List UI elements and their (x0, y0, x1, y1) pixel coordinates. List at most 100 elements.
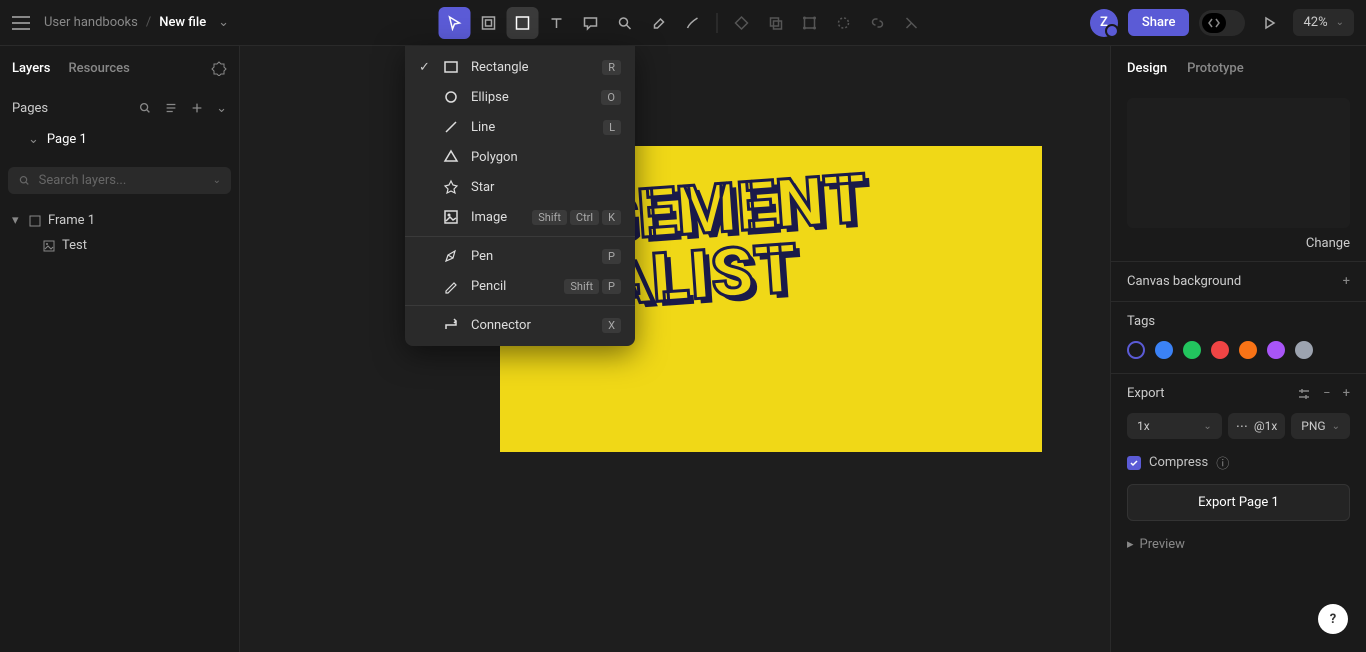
shortcut-key: Shift (532, 210, 567, 225)
tab-layers[interactable]: Layers (12, 61, 50, 76)
shortcut: R (602, 60, 621, 75)
menu-item-rectangle[interactable]: ✓RectangleR (405, 52, 635, 82)
right-panel: Design Prototype Change Canvas backgroun… (1110, 46, 1366, 652)
tag-color[interactable] (1295, 341, 1313, 359)
frame-tool[interactable] (473, 7, 505, 39)
shortcut: X (602, 318, 621, 333)
code-toggle[interactable] (1199, 10, 1245, 36)
comment-tool[interactable] (575, 7, 607, 39)
info-icon[interactable]: ⓘ (1216, 453, 1229, 472)
duplicate-tool[interactable] (760, 7, 792, 39)
tag-color[interactable] (1211, 341, 1229, 359)
tab-prototype[interactable]: Prototype (1187, 61, 1244, 76)
sliders-icon[interactable] (1297, 387, 1311, 401)
shortcut-key: Ctrl (570, 210, 599, 225)
app-header: User handbooks / New file ⌄ Z Share 42% (0, 0, 1366, 46)
export-label: Export (1127, 386, 1297, 401)
menu-item-label: Rectangle (471, 60, 590, 75)
breadcrumb-current[interactable]: New file (159, 15, 206, 30)
menu-item-image[interactable]: ImageShiftCtrlK (405, 202, 635, 232)
menu-item-pen[interactable]: PenP (405, 241, 635, 271)
menu-item-pencil[interactable]: PencilShiftP (405, 271, 635, 301)
plus-icon[interactable]: + (1343, 274, 1350, 289)
shortcut-key: Shift (564, 279, 599, 294)
avatar[interactable]: Z (1090, 9, 1118, 37)
layer-tree: ▾ Frame 1 Test (0, 204, 239, 262)
layer-item-frame[interactable]: ▾ Frame 1 (8, 208, 231, 233)
export-button[interactable]: Export Page 1 (1127, 484, 1350, 521)
slice-tool[interactable] (896, 7, 928, 39)
suffix-field[interactable]: ⋯ @1x (1228, 413, 1285, 439)
preview-button[interactable] (1255, 9, 1283, 37)
chevron-down-icon[interactable]: ⌄ (218, 15, 229, 30)
dropdown-separator (405, 236, 635, 237)
export-section: Export − + (1111, 373, 1366, 413)
breadcrumb-separator: / (146, 15, 151, 30)
help-button[interactable]: ? (1318, 604, 1348, 634)
zoom-tool[interactable] (609, 7, 641, 39)
menu-item-label: Line (471, 120, 591, 135)
link-tool[interactable] (862, 7, 894, 39)
export-controls: 1x ⌄ ⋯ @1x PNG ⌄ (1111, 413, 1366, 449)
tag-color[interactable] (1183, 341, 1201, 359)
shortcut-key: L (603, 120, 621, 135)
shape-tool[interactable] (507, 7, 539, 39)
tags-section: Tags (1111, 301, 1366, 341)
mask-tool[interactable] (828, 7, 860, 39)
rectangle-icon (443, 59, 459, 75)
page-name: Page 1 (47, 132, 87, 147)
page-item[interactable]: ⌄ Page 1 (0, 126, 239, 153)
header-left: User handbooks / New file ⌄ (12, 15, 229, 30)
menu-item-label: Image (471, 210, 520, 225)
search-icon[interactable] (138, 101, 152, 116)
format-select[interactable]: PNG ⌄ (1291, 413, 1350, 439)
pencil-icon (443, 278, 459, 294)
zoom-value: 42% (1303, 15, 1327, 30)
canvas-bg-label: Canvas background (1127, 274, 1343, 289)
chevron-down-icon[interactable]: ⌄ (213, 175, 221, 186)
image-icon (42, 239, 56, 253)
compress-checkbox[interactable] (1127, 456, 1141, 470)
layer-search[interactable]: ⌄ (8, 167, 231, 194)
layer-item-image[interactable]: Test (8, 233, 231, 258)
tab-design[interactable]: Design (1127, 61, 1167, 76)
eraser-tool[interactable] (643, 7, 675, 39)
component-tool[interactable] (726, 7, 758, 39)
chevron-down-icon[interactable]: ⌄ (216, 101, 227, 116)
tag-color[interactable] (1155, 341, 1173, 359)
pen-icon (443, 248, 459, 264)
chevron-down-icon: ⌄ (1336, 17, 1344, 28)
shape-dropdown: ✓RectangleREllipseOLineLPolygonStarImage… (405, 46, 635, 346)
menu-item-connector[interactable]: ConnectorX (405, 310, 635, 340)
brush-tool[interactable] (677, 7, 709, 39)
shortcut: ShiftP (564, 279, 621, 294)
preview-toggle[interactable]: ▸ Preview (1111, 531, 1366, 558)
list-icon[interactable] (164, 101, 178, 116)
tag-color[interactable] (1267, 341, 1285, 359)
search-input[interactable] (39, 173, 205, 188)
shortcut-key: P (602, 279, 621, 294)
canvas-thumbnail[interactable] (1127, 98, 1350, 228)
menu-icon[interactable] (12, 16, 30, 30)
menu-item-line[interactable]: Line L (405, 112, 635, 142)
tab-resources[interactable]: Resources (68, 61, 129, 76)
share-button[interactable]: Share (1128, 9, 1190, 36)
zoom-select[interactable]: 42% ⌄ (1293, 9, 1354, 36)
change-button[interactable]: Change (1111, 232, 1366, 261)
menu-item-star[interactable]: Star (405, 172, 635, 202)
breadcrumb-parent[interactable]: User handbooks (44, 15, 138, 30)
menu-item-ellipse[interactable]: EllipseO (405, 82, 635, 112)
scale-select[interactable]: 1x ⌄ (1127, 413, 1222, 439)
plus-icon[interactable] (190, 101, 204, 116)
tag-color[interactable] (1239, 341, 1257, 359)
move-tool[interactable] (439, 7, 471, 39)
menu-item-polygon[interactable]: Polygon (405, 142, 635, 172)
settings-icon[interactable] (211, 60, 227, 76)
canvas[interactable]: NGAGEMENT PECIALIST (240, 46, 1110, 652)
plus-icon[interactable]: + (1343, 386, 1350, 401)
minus-icon[interactable]: − (1323, 386, 1330, 401)
crop-tool[interactable] (794, 7, 826, 39)
code-icon (1202, 13, 1226, 33)
tag-color-selected[interactable] (1127, 341, 1145, 359)
text-tool[interactable] (541, 7, 573, 39)
